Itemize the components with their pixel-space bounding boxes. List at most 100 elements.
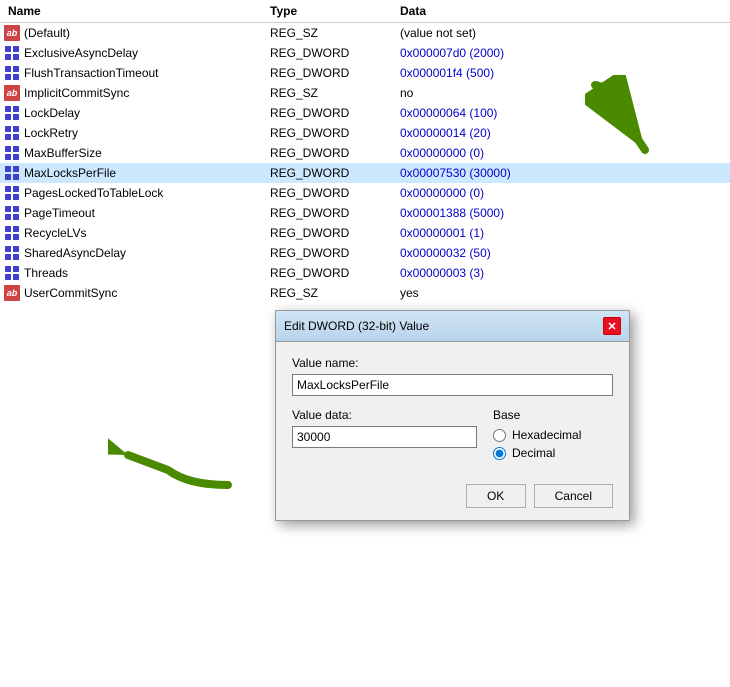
- edit-dword-dialog: Edit DWORD (32-bit) Value ✕ Value name: …: [275, 310, 630, 521]
- table-row[interactable]: LockDelay REG_DWORD 0x00000064 (100): [0, 103, 730, 123]
- icon-grid: [4, 165, 20, 181]
- row-name-text: RecycleLVs: [24, 226, 86, 240]
- icon-ab: ab: [4, 285, 20, 301]
- row-type: REG_DWORD: [270, 206, 400, 220]
- table-row[interactable]: SharedAsyncDelay REG_DWORD 0x00000032 (5…: [0, 243, 730, 263]
- icon-grid: [4, 65, 20, 81]
- row-name-text: LockDelay: [24, 106, 80, 120]
- row-name-text: UserCommitSync: [24, 286, 117, 300]
- row-data: yes: [400, 286, 730, 300]
- value-name-label: Value name:: [292, 356, 613, 370]
- icon-grid: [4, 45, 20, 61]
- row-type: REG_SZ: [270, 286, 400, 300]
- table-row[interactable]: Threads REG_DWORD 0x00000003 (3): [0, 263, 730, 283]
- icon-grid: [4, 225, 20, 241]
- base-label: Base: [493, 408, 613, 422]
- row-name: ab ImplicitCommitSync: [0, 85, 270, 101]
- value-data-label: Value data:: [292, 408, 477, 422]
- header-type: Type: [270, 4, 400, 18]
- row-name-text: LockRetry: [24, 126, 78, 140]
- table-row[interactable]: MaxBufferSize REG_DWORD 0x00000000 (0): [0, 143, 730, 163]
- table-body: ab (Default) REG_SZ (value not set) Excl…: [0, 23, 730, 303]
- icon-ab: ab: [4, 25, 20, 41]
- row-data: 0x00000014 (20): [400, 126, 730, 140]
- row-name-text: FlushTransactionTimeout: [24, 66, 159, 80]
- icon-grid: [4, 145, 20, 161]
- base-group: Base Hexadecimal Decimal: [493, 408, 613, 464]
- row-type: REG_DWORD: [270, 126, 400, 140]
- row-name: SharedAsyncDelay: [0, 245, 270, 261]
- icon-grid: [4, 125, 20, 141]
- row-type: REG_DWORD: [270, 46, 400, 60]
- dialog-buttons: OK Cancel: [292, 480, 613, 508]
- value-data-wrap: Value data:: [292, 408, 477, 448]
- row-name-text: ExclusiveAsyncDelay: [24, 46, 138, 60]
- row-data: 0x00000001 (1): [400, 226, 730, 240]
- icon-ab: ab: [4, 85, 20, 101]
- value-data-input[interactable]: [292, 426, 477, 448]
- row-name-text: Threads: [24, 266, 68, 280]
- dialog-title: Edit DWORD (32-bit) Value: [284, 319, 429, 333]
- header-name: Name: [0, 4, 270, 18]
- radio-hex-label: Hexadecimal: [512, 428, 581, 442]
- ok-button[interactable]: OK: [466, 484, 526, 508]
- radio-hex-input[interactable]: [493, 429, 506, 442]
- table-row[interactable]: MaxLocksPerFile REG_DWORD 0x00007530 (30…: [0, 163, 730, 183]
- table-row[interactable]: ab UserCommitSync REG_SZ yes: [0, 283, 730, 303]
- row-data: (value not set): [400, 26, 730, 40]
- row-name: LockRetry: [0, 125, 270, 141]
- header-data: Data: [400, 4, 730, 18]
- row-data: 0x00001388 (5000): [400, 206, 730, 220]
- value-name-input[interactable]: [292, 374, 613, 396]
- icon-grid: [4, 205, 20, 221]
- dialog-titlebar: Edit DWORD (32-bit) Value ✕: [276, 311, 629, 342]
- table-row[interactable]: FlushTransactionTimeout REG_DWORD 0x0000…: [0, 63, 730, 83]
- row-name: Threads: [0, 265, 270, 281]
- row-name: MaxBufferSize: [0, 145, 270, 161]
- radio-decimal[interactable]: Decimal: [493, 446, 613, 460]
- cancel-button[interactable]: Cancel: [534, 484, 613, 508]
- row-name-text: ImplicitCommitSync: [24, 86, 129, 100]
- row-name-text: SharedAsyncDelay: [24, 246, 126, 260]
- row-name: ExclusiveAsyncDelay: [0, 45, 270, 61]
- table-row[interactable]: LockRetry REG_DWORD 0x00000014 (20): [0, 123, 730, 143]
- table-header: Name Type Data: [0, 0, 730, 23]
- icon-grid: [4, 245, 20, 261]
- row-type: REG_DWORD: [270, 106, 400, 120]
- row-data: 0x00000003 (3): [400, 266, 730, 280]
- row-name: LockDelay: [0, 105, 270, 121]
- row-name-text: PageTimeout: [24, 206, 95, 220]
- icon-grid: [4, 185, 20, 201]
- row-data: 0x000001f4 (500): [400, 66, 730, 80]
- row-type: REG_DWORD: [270, 146, 400, 160]
- row-name-text: MaxLocksPerFile: [24, 166, 116, 180]
- registry-panel: Name Type Data ab (Default) REG_SZ (valu…: [0, 0, 730, 687]
- row-data: 0x00007530 (30000): [400, 166, 730, 180]
- dialog-close-button[interactable]: ✕: [603, 317, 621, 335]
- icon-grid: [4, 105, 20, 121]
- dialog-body: Value name: Value data: Base Hexadecimal: [276, 342, 629, 520]
- table-row[interactable]: RecycleLVs REG_DWORD 0x00000001 (1): [0, 223, 730, 243]
- table-row[interactable]: PageTimeout REG_DWORD 0x00001388 (5000): [0, 203, 730, 223]
- row-data: no: [400, 86, 730, 100]
- row-name: ab UserCommitSync: [0, 285, 270, 301]
- table-row[interactable]: ab (Default) REG_SZ (value not set): [0, 23, 730, 43]
- table-row[interactable]: ExclusiveAsyncDelay REG_DWORD 0x000007d0…: [0, 43, 730, 63]
- row-name-text: PagesLockedToTableLock: [24, 186, 163, 200]
- row-name: PageTimeout: [0, 205, 270, 221]
- row-type: REG_SZ: [270, 86, 400, 100]
- table-row[interactable]: ab ImplicitCommitSync REG_SZ no: [0, 83, 730, 103]
- radio-dec-input[interactable]: [493, 447, 506, 460]
- table-row[interactable]: PagesLockedToTableLock REG_DWORD 0x00000…: [0, 183, 730, 203]
- radio-hexadecimal[interactable]: Hexadecimal: [493, 428, 613, 442]
- row-type: REG_DWORD: [270, 166, 400, 180]
- icon-grid: [4, 265, 20, 281]
- row-type: REG_DWORD: [270, 186, 400, 200]
- row-name: ab (Default): [0, 25, 270, 41]
- row-data: 0x000007d0 (2000): [400, 46, 730, 60]
- row-type: REG_DWORD: [270, 266, 400, 280]
- row-name: FlushTransactionTimeout: [0, 65, 270, 81]
- row-data: 0x00000000 (0): [400, 146, 730, 160]
- arrow-left-indicator: [108, 435, 238, 498]
- row-name-text: MaxBufferSize: [24, 146, 102, 160]
